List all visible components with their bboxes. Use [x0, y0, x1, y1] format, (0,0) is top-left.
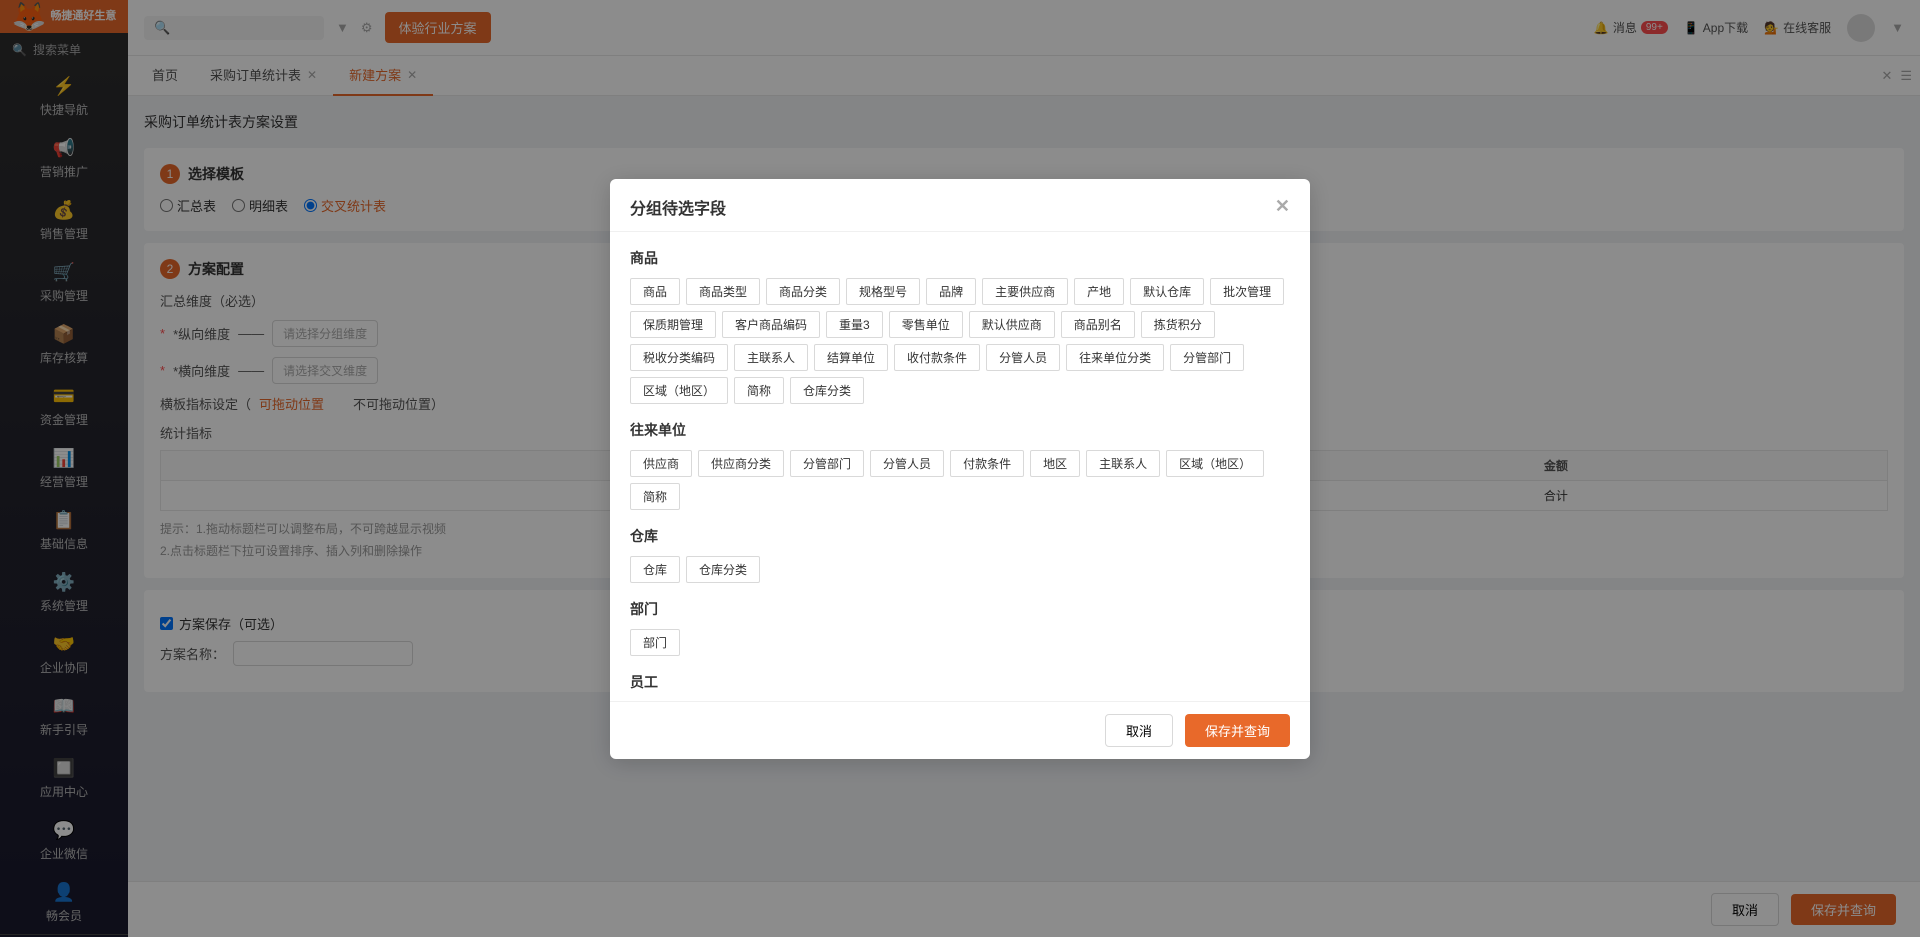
field-tag[interactable]: 拣货积分 — [1141, 311, 1215, 338]
field-select-dialog: 分组待选字段 ✕ 商品商品商品类型商品分类规格型号品牌主要供应商产地默认仓库批次… — [610, 179, 1310, 759]
field-tag[interactable]: 重量3 — [826, 311, 883, 338]
field-tag[interactable]: 零售单位 — [889, 311, 963, 338]
dialog-body: 商品商品商品类型商品分类规格型号品牌主要供应商产地默认仓库批次管理保质期管理客户… — [610, 232, 1310, 701]
field-group-goods: 商品商品商品类型商品分类规格型号品牌主要供应商产地默认仓库批次管理保质期管理客户… — [630, 248, 1290, 404]
field-tags-department: 部门 — [630, 629, 1290, 656]
field-tag[interactable]: 简称 — [734, 377, 784, 404]
dialog-close-btn[interactable]: ✕ — [1275, 196, 1290, 217]
field-tag[interactable]: 分管部门 — [790, 450, 864, 477]
field-tag[interactable]: 品牌 — [926, 278, 976, 305]
field-tag[interactable]: 默认仓库 — [1130, 278, 1204, 305]
dialog-title: 分组待选字段 — [630, 195, 726, 219]
field-tag[interactable]: 分管人员 — [870, 450, 944, 477]
field-tag[interactable]: 仓库分类 — [686, 556, 760, 583]
field-tag[interactable]: 主联系人 — [1086, 450, 1160, 477]
field-tag[interactable]: 商品 — [630, 278, 680, 305]
field-tags-partner: 供应商供应商分类分管部门分管人员付款条件地区主联系人区域（地区） 简称 — [630, 450, 1290, 510]
field-group-title-goods: 商品 — [630, 248, 1290, 268]
field-tag[interactable]: 收付款条件 — [894, 344, 980, 371]
field-tag[interactable]: 供应商 — [630, 450, 692, 477]
field-tag[interactable]: 地区 — [1030, 450, 1080, 477]
field-tag[interactable]: 商品别名 — [1061, 311, 1135, 338]
field-tag[interactable]: 主要供应商 — [982, 278, 1068, 305]
field-group-title-department: 部门 — [630, 599, 1290, 619]
field-group-warehouse: 仓库仓库仓库分类 — [630, 526, 1290, 583]
dialog-footer: 取消 保存并查询 — [610, 701, 1310, 759]
field-group-department: 部门部门 — [630, 599, 1290, 656]
field-tag[interactable]: 商品类型 — [686, 278, 760, 305]
field-tag[interactable]: 批次管理 — [1210, 278, 1284, 305]
dialog-cancel-btn[interactable]: 取消 — [1105, 714, 1173, 747]
field-group-title-warehouse: 仓库 — [630, 526, 1290, 546]
field-tag[interactable]: 结算单位 — [814, 344, 888, 371]
field-tag[interactable]: 付款条件 — [950, 450, 1024, 477]
field-tag[interactable]: 保质期管理 — [630, 311, 716, 338]
field-tag[interactable]: 部门 — [630, 629, 680, 656]
field-group-title-partner: 往来单位 — [630, 420, 1290, 440]
field-tag[interactable]: 税收分类编码 — [630, 344, 728, 371]
field-tag[interactable]: 往来单位分类 — [1066, 344, 1164, 371]
field-tag[interactable]: 供应商分类 — [698, 450, 784, 477]
field-tags-goods: 商品商品类型商品分类规格型号品牌主要供应商产地默认仓库批次管理保质期管理客户商品… — [630, 278, 1290, 404]
dialog-overlay: 分组待选字段 ✕ 商品商品商品类型商品分类规格型号品牌主要供应商产地默认仓库批次… — [0, 0, 1920, 937]
field-tag[interactable]: 商品分类 — [766, 278, 840, 305]
field-tag[interactable]: 分管人员 — [986, 344, 1060, 371]
field-tag[interactable]: 规格型号 — [846, 278, 920, 305]
field-tag[interactable]: 简称 — [630, 483, 680, 510]
field-tag[interactable]: 产地 — [1074, 278, 1124, 305]
field-tags-warehouse: 仓库仓库分类 — [630, 556, 1290, 583]
field-tag[interactable]: 分管部门 — [1170, 344, 1244, 371]
field-group-employee: 员工业务员 — [630, 672, 1290, 701]
dialog-header: 分组待选字段 ✕ — [610, 179, 1310, 232]
field-tag[interactable]: 主联系人 — [734, 344, 808, 371]
field-tag[interactable]: 区域（地区） — [1166, 450, 1264, 477]
field-tag[interactable]: 仓库 — [630, 556, 680, 583]
field-tag[interactable]: 默认供应商 — [969, 311, 1055, 338]
dialog-confirm-btn[interactable]: 保存并查询 — [1185, 714, 1290, 747]
field-tag[interactable]: 仓库分类 — [790, 377, 864, 404]
field-tag[interactable]: 客户商品编码 — [722, 311, 820, 338]
field-tag[interactable]: 区域（地区） — [630, 377, 728, 404]
field-group-partner: 往来单位供应商供应商分类分管部门分管人员付款条件地区主联系人区域（地区） 简称 — [630, 420, 1290, 510]
field-group-title-employee: 员工 — [630, 672, 1290, 692]
